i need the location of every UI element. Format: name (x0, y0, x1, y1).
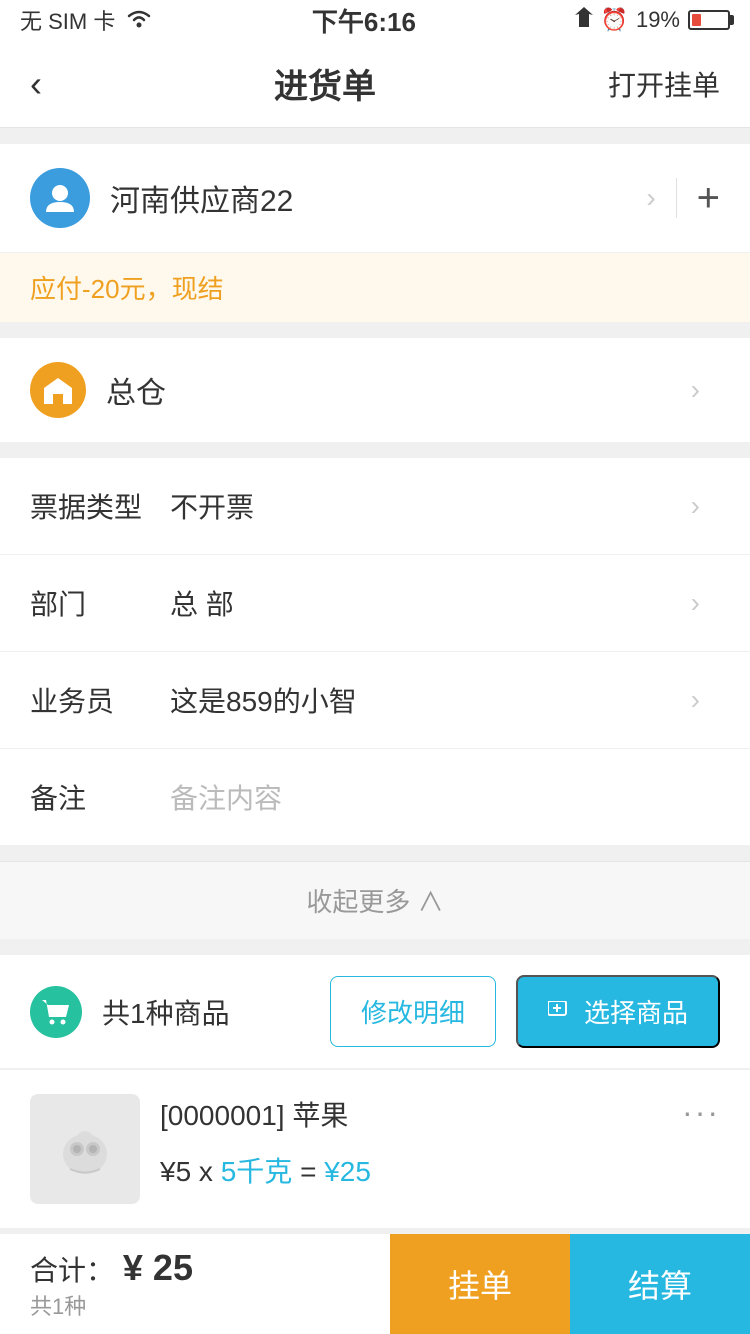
add-button[interactable]: + (697, 176, 720, 221)
status-bar: 无 SIM 卡 下午6:16 ⏰ 19% (0, 0, 750, 40)
battery-icon (688, 10, 730, 30)
vertical-divider (676, 178, 677, 218)
department-label: 部门 (30, 583, 150, 623)
location-icon (575, 7, 593, 33)
warehouse-section: 总仓 › (0, 338, 750, 442)
product-price: ¥5 x 5千克 = ¥25 (160, 1150, 662, 1190)
warehouse-icon (30, 362, 86, 418)
product-header: 共1种商品 修改明细 选择商品 (0, 955, 750, 1068)
remark-label: 备注 (30, 777, 150, 817)
department-chevron-icon: › (691, 587, 700, 619)
supplier-chevron-icon: › (646, 182, 655, 214)
collapse-row[interactable]: 收起更多 ∧ (0, 861, 750, 939)
warehouse-chevron-icon: › (691, 374, 700, 406)
total-label: 合计： (30, 1255, 114, 1286)
bottom-bar: 合计： ¥ 25 共1种 挂单 结算 (0, 1234, 750, 1334)
status-left: 无 SIM 卡 (20, 4, 153, 36)
department-value: 总 部 (150, 583, 691, 623)
total-value: ¥ 25 (123, 1247, 193, 1288)
product-card: [0000001] 苹果 ¥5 x 5千克 = ¥25 ··· (0, 1070, 750, 1228)
battery-percent: 19% (636, 7, 680, 33)
edit-detail-button[interactable]: 修改明细 (330, 976, 496, 1047)
wifi-icon (125, 6, 153, 34)
more-options-button[interactable]: ··· (682, 1094, 720, 1131)
total-count: 共1种 (30, 1289, 360, 1321)
nav-bar: ‹ 进货单 打开挂单 (0, 40, 750, 128)
invoice-chevron-icon: › (691, 490, 700, 522)
hang-button[interactable]: 挂单 (390, 1234, 570, 1334)
checkout-button[interactable]: 结算 (570, 1234, 750, 1334)
carrier-text: 无 SIM 卡 (20, 4, 115, 36)
salesperson-row[interactable]: 业务员 这是859的小智 › (0, 652, 750, 749)
total-section: 合计： ¥ 25 共1种 (0, 1247, 390, 1321)
warehouse-name: 总仓 (106, 368, 691, 412)
supplier-name: 河南供应商22 (110, 176, 646, 220)
department-row[interactable]: 部门 总 部 › (0, 555, 750, 652)
product-name: [0000001] 苹果 (160, 1094, 662, 1134)
alarm-icon: ⏰ (601, 7, 628, 33)
invoice-value: 不开票 (150, 486, 691, 526)
total-amount: 合计： ¥ 25 (30, 1247, 360, 1289)
page-title: 进货单 (274, 59, 376, 108)
salesperson-chevron-icon: › (691, 684, 700, 716)
product-info: [0000001] 苹果 ¥5 x 5千克 = ¥25 (160, 1094, 662, 1190)
invoice-row[interactable]: 票据类型 不开票 › (0, 458, 750, 555)
supplier-row[interactable]: 河南供应商22 › + (0, 144, 750, 253)
remark-row[interactable]: 备注 备注内容 (0, 749, 750, 845)
select-product-button[interactable]: 选择商品 (516, 975, 720, 1048)
form-section: 票据类型 不开票 › 部门 总 部 › 业务员 这是859的小智 › 备注 备注… (0, 458, 750, 845)
open-pending-button[interactable]: 打开挂单 (608, 64, 720, 104)
status-right: ⏰ 19% (575, 7, 730, 33)
salesperson-value: 这是859的小智 (150, 680, 691, 720)
product-count: 共1种商品 (102, 992, 310, 1032)
select-product-label: 选择商品 (584, 993, 688, 1030)
supplier-section: 河南供应商22 › + 应付-20元，现结 (0, 144, 750, 322)
cart-icon (30, 986, 82, 1038)
salesperson-label: 业务员 (30, 680, 150, 720)
status-time: 下午6:16 (312, 2, 416, 39)
back-button[interactable]: ‹ (30, 63, 42, 105)
alert-banner: 应付-20元，现结 (0, 253, 750, 322)
warehouse-row[interactable]: 总仓 › (0, 338, 750, 442)
supplier-avatar (30, 168, 90, 228)
invoice-label: 票据类型 (30, 486, 150, 526)
product-thumbnail (30, 1094, 140, 1204)
remark-placeholder[interactable]: 备注内容 (150, 777, 720, 817)
